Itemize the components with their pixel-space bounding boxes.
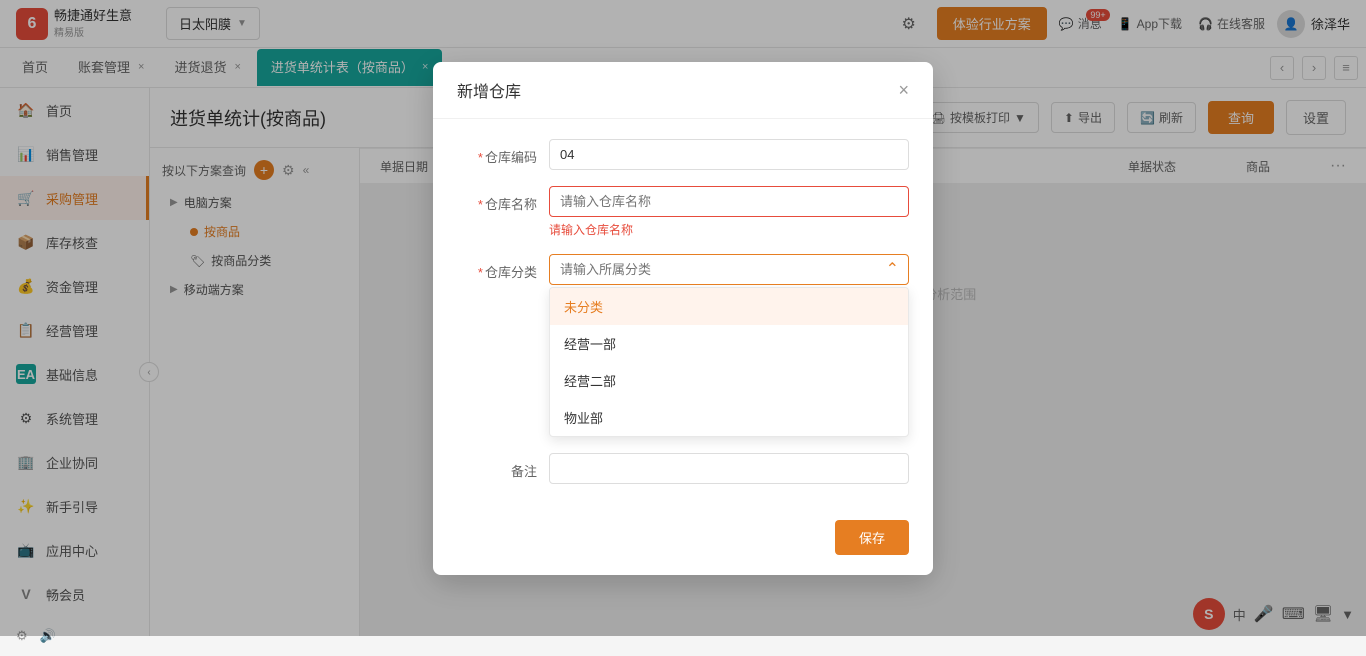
dialog-title: 新增仓库 (457, 78, 521, 102)
dropdown-item-dept2[interactable]: 经营二部 (550, 362, 908, 399)
dialog-header: 新增仓库 × (433, 62, 933, 119)
dialog-body: 仓库编码 仓库名称 请输入仓库名称 仓库分类 ⌃ (433, 119, 933, 520)
save-button[interactable]: 保存 (835, 520, 909, 555)
code-field (549, 139, 909, 170)
name-field: 请输入仓库名称 (549, 186, 909, 238)
form-row-code: 仓库编码 (457, 139, 909, 170)
dialog-footer: 保存 (433, 520, 933, 555)
note-label: 备注 (457, 453, 537, 480)
name-label: 仓库名称 (457, 186, 537, 213)
dialog-close-button[interactable]: × (898, 81, 909, 99)
dialog-overlay: 新增仓库 × 仓库编码 仓库名称 请输入仓库名称 仓库分类 (0, 0, 1366, 636)
code-label: 仓库编码 (457, 139, 537, 166)
category-input[interactable] (549, 254, 909, 285)
note-field (549, 453, 909, 484)
dropdown-item-dept1[interactable]: 经营一部 (550, 325, 908, 362)
name-input[interactable] (549, 186, 909, 217)
category-label: 仓库分类 (457, 254, 537, 281)
form-row-category: 仓库分类 ⌃ 未分类 经营一部 经营二部 物业部 (457, 254, 909, 437)
category-field: ⌃ 未分类 经营一部 经营二部 物业部 (549, 254, 909, 437)
code-input[interactable] (549, 139, 909, 170)
category-input-wrapper: ⌃ (549, 254, 909, 285)
form-row-note: 备注 (457, 453, 909, 484)
category-chevron-up-icon[interactable]: ⌃ (886, 259, 899, 279)
dropdown-item-none[interactable]: 未分类 (550, 288, 908, 325)
new-warehouse-dialog: 新增仓库 × 仓库编码 仓库名称 请输入仓库名称 仓库分类 (433, 62, 933, 575)
note-input[interactable] (549, 453, 909, 484)
form-row-name: 仓库名称 请输入仓库名称 (457, 186, 909, 238)
dropdown-item-property[interactable]: 物业部 (550, 399, 908, 436)
category-dropdown: 未分类 经营一部 经营二部 物业部 (549, 287, 909, 437)
name-error-text: 请输入仓库名称 (549, 221, 909, 238)
